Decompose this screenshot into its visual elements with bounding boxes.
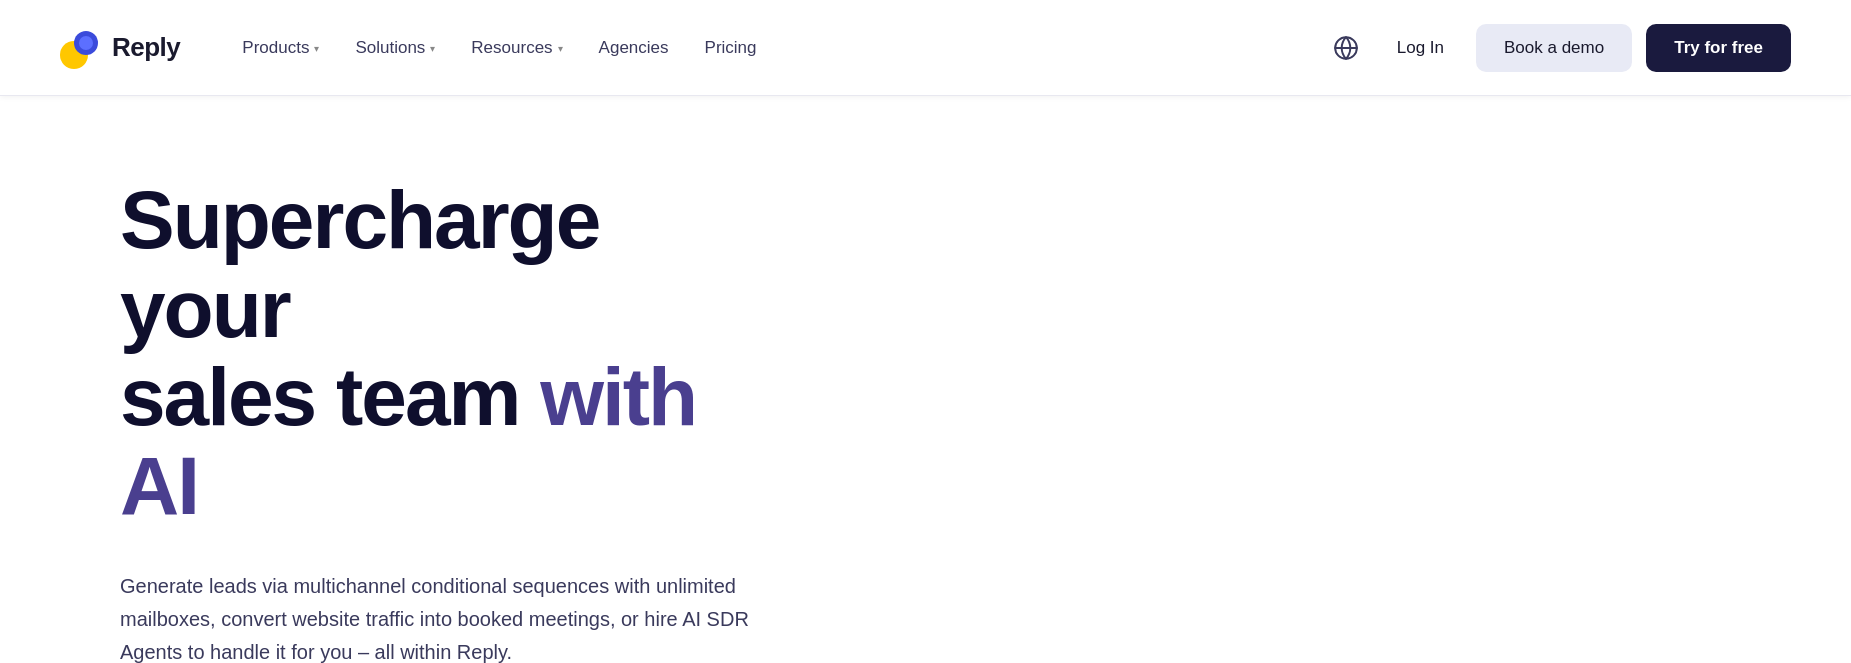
logo-text: Reply xyxy=(112,32,180,63)
navbar-left: Reply Products ▾ Solutions ▾ Resources ▾… xyxy=(60,27,771,69)
logo-link[interactable]: Reply xyxy=(60,27,180,69)
nav-links: Products ▾ Solutions ▾ Resources ▾ Agenc… xyxy=(228,30,770,66)
nav-item-pricing[interactable]: Pricing xyxy=(691,30,771,66)
hero-section: Supercharge your sales team with AI Gene… xyxy=(0,96,900,663)
nav-item-solutions[interactable]: Solutions ▾ xyxy=(341,30,449,66)
hero-headline-part1: Supercharge your xyxy=(120,174,599,354)
nav-item-pricing-label: Pricing xyxy=(705,38,757,58)
chevron-down-icon: ▾ xyxy=(430,43,435,54)
login-button[interactable]: Log In xyxy=(1379,28,1462,68)
try-free-button[interactable]: Try for free xyxy=(1646,24,1791,72)
nav-item-resources[interactable]: Resources ▾ xyxy=(457,30,576,66)
svg-point-2 xyxy=(79,36,93,50)
navbar-right: Log In Book a demo Try for free xyxy=(1327,24,1791,72)
hero-headline: Supercharge your sales team with AI xyxy=(120,176,780,530)
globe-icon[interactable] xyxy=(1327,29,1365,67)
nav-item-products-label: Products xyxy=(242,38,309,58)
navbar: Reply Products ▾ Solutions ▾ Resources ▾… xyxy=(0,0,1851,96)
nav-item-agencies[interactable]: Agencies xyxy=(585,30,683,66)
book-demo-button[interactable]: Book a demo xyxy=(1476,24,1632,72)
chevron-down-icon: ▾ xyxy=(558,43,563,54)
hero-headline-part2: sales team xyxy=(120,351,540,442)
nav-item-solutions-label: Solutions xyxy=(355,38,425,58)
nav-item-agencies-label: Agencies xyxy=(599,38,669,58)
nav-item-products[interactable]: Products ▾ xyxy=(228,30,333,66)
nav-item-resources-label: Resources xyxy=(471,38,552,58)
chevron-down-icon: ▾ xyxy=(314,43,319,54)
hero-subtext: Generate leads via multichannel conditio… xyxy=(120,570,780,663)
logo-icon xyxy=(60,27,102,69)
